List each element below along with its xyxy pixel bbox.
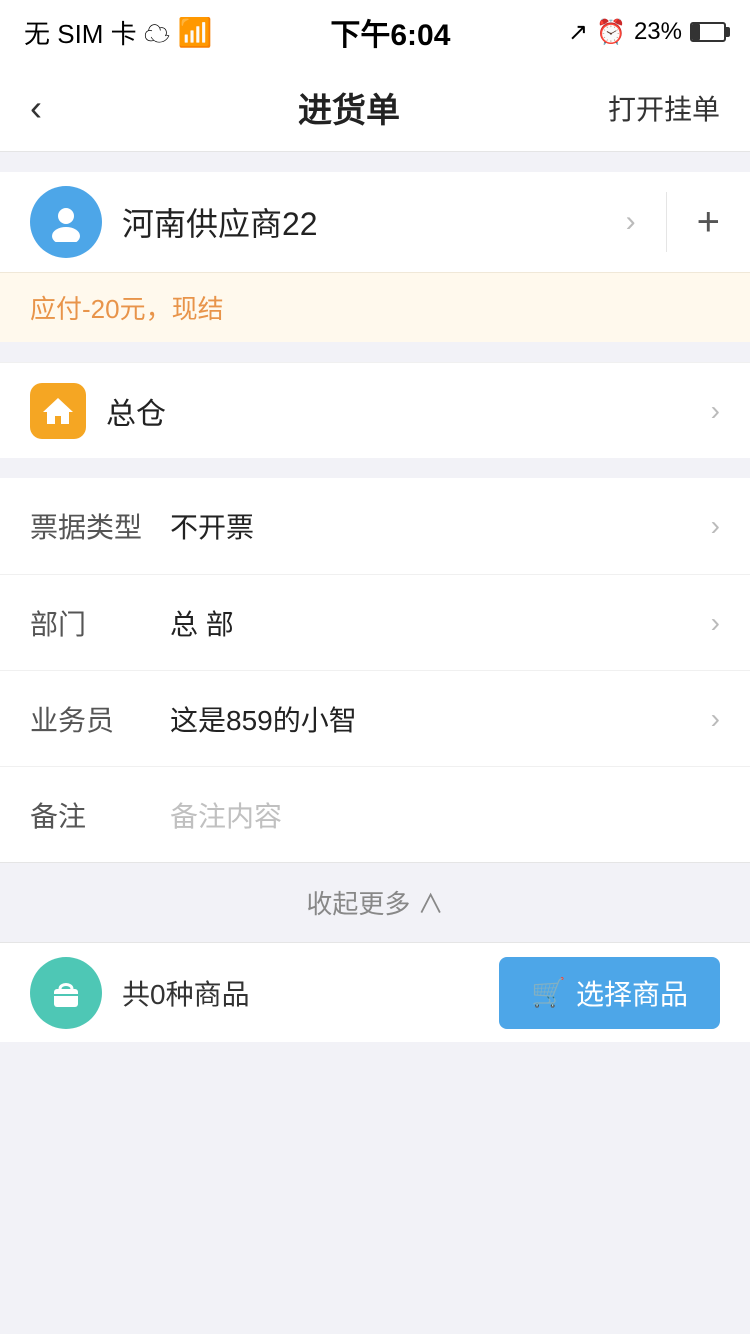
status-time: 下午6:04 (330, 10, 450, 54)
supplier-name: 河南供应商22 (122, 199, 626, 245)
battery-label: 23% (634, 18, 682, 46)
supplier-chevron-icon: › (626, 205, 636, 239)
warehouse-chevron-icon: › (711, 395, 720, 427)
warehouse-icon (30, 383, 86, 439)
add-supplier-button[interactable]: + (697, 200, 720, 245)
warehouse-name: 总仓 (106, 389, 711, 433)
department-label: 部门 (30, 603, 170, 643)
department-value: 总 部 (170, 603, 711, 643)
select-btn-label: 选择商品 (576, 973, 688, 1013)
status-bar: 无 SIM 卡 ☁ 📶 下午6:04 ↗ ⏰ 23% (0, 0, 750, 64)
collapse-label: 收起更多 ∧ (306, 884, 443, 921)
sales-rep-value: 这是859的小智 (170, 699, 711, 739)
wifi-icon: 📶 (178, 16, 213, 49)
department-chevron-icon: › (711, 607, 720, 639)
ticket-value: 不开票 (170, 506, 711, 546)
battery-icon (690, 22, 726, 42)
nav-bar: ‹ 进货单 打开挂单 (0, 64, 750, 152)
notice-text: 应付-20元，现结 (30, 294, 224, 324)
product-count: 共0种商品 (122, 973, 499, 1013)
section-gap-3 (0, 458, 750, 478)
sales-rep-label: 业务员 (30, 699, 170, 739)
supplier-avatar (30, 186, 102, 258)
page-title: 进货单 (298, 83, 400, 132)
select-product-button[interactable]: 🛒 选择商品 (499, 957, 720, 1029)
sales-rep-chevron-icon: › (711, 703, 720, 735)
sim-label: 无 SIM 卡 ☁ (24, 14, 170, 51)
alarm-icon: ⏰ (596, 18, 626, 47)
status-right: ↗ ⏰ 23% (568, 18, 726, 47)
vertical-divider (666, 192, 667, 252)
supplier-row[interactable]: 河南供应商22 › + (0, 172, 750, 272)
back-button[interactable]: ‹ (30, 87, 90, 129)
location-icon: ↗ (568, 18, 588, 47)
warehouse-row[interactable]: 总仓 › (0, 362, 750, 458)
warehouse-card: 总仓 › (0, 362, 750, 458)
select-btn-icon: 🛒 (531, 976, 566, 1009)
supplier-card: 河南供应商22 › + 应付-20元，现结 (0, 172, 750, 342)
form-card: 票据类型 不开票 › 部门 总 部 › 业务员 这是859的小智 (0, 478, 750, 862)
collapse-button[interactable]: 收起更多 ∧ (0, 862, 750, 942)
open-pending-button[interactable]: 打开挂单 (608, 88, 720, 128)
notes-placeholder[interactable]: 备注内容 (170, 795, 720, 835)
form-row-notes[interactable]: 备注 备注内容 (0, 766, 750, 862)
gray-fill (0, 1042, 750, 1242)
ticket-label: 票据类型 (30, 506, 170, 546)
status-left: 无 SIM 卡 ☁ 📶 (24, 14, 213, 51)
section-gap-2 (0, 342, 750, 362)
section-gap-1 (0, 152, 750, 172)
ticket-chevron-icon: › (711, 510, 720, 542)
form-row-sales-rep[interactable]: 业务员 这是859的小智 › (0, 670, 750, 766)
notice-banner: 应付-20元，现结 (0, 272, 750, 342)
bottom-bar: 共0种商品 🛒 选择商品 (0, 942, 750, 1042)
cart-icon (30, 957, 102, 1029)
form-row-department[interactable]: 部门 总 部 › (0, 574, 750, 670)
notes-label: 备注 (30, 795, 170, 835)
main-content: 河南供应商22 › + 应付-20元，现结 总仓 › 票 (0, 152, 750, 1242)
form-row-ticket[interactable]: 票据类型 不开票 › (0, 478, 750, 574)
